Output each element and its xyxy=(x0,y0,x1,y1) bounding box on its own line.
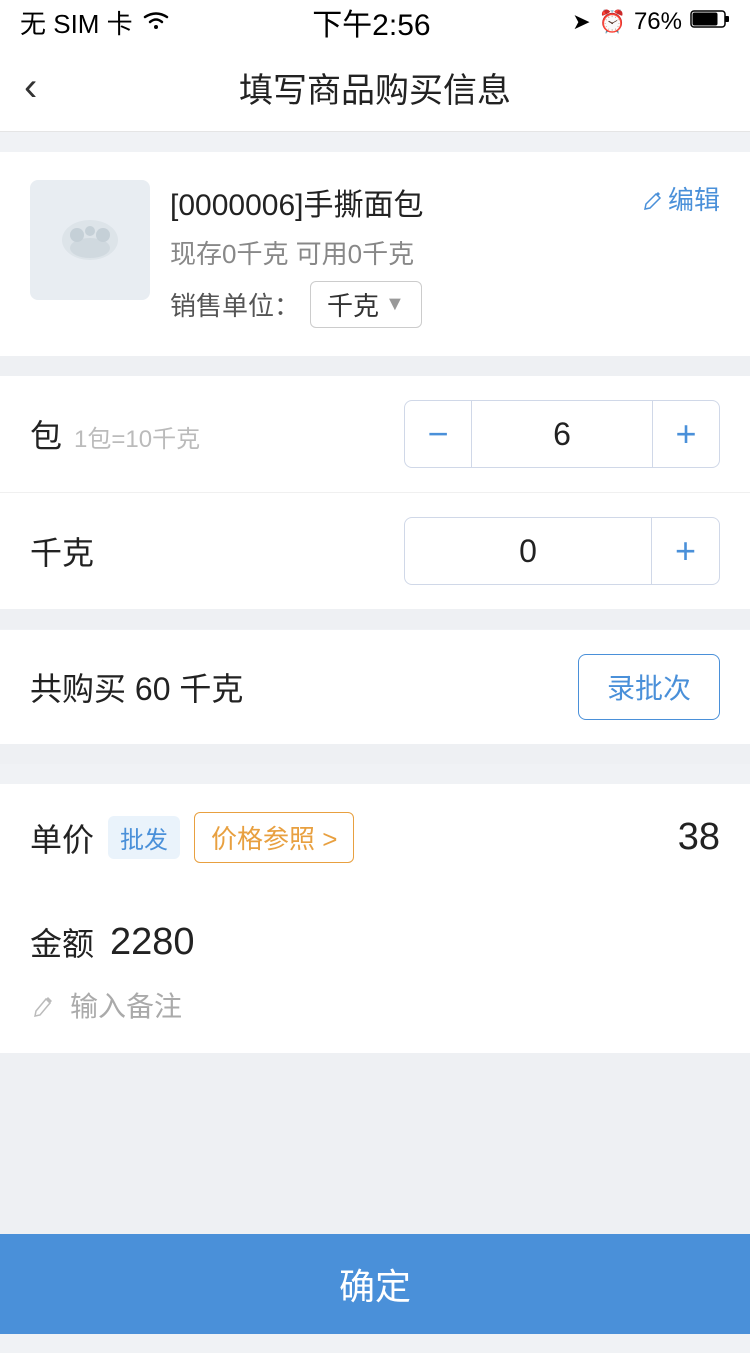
kg-plus-button[interactable]: + xyxy=(652,517,720,585)
unit-select[interactable]: 千克 ▼ xyxy=(310,281,422,328)
price-left: 单价 批发 价格参照 > xyxy=(30,812,354,863)
gray-fill-area xyxy=(0,1053,750,1253)
remark-row[interactable]: 输入备注 xyxy=(30,985,720,1025)
edit-label: 编辑 xyxy=(668,180,720,217)
status-right: ➤ ⏰ 76% xyxy=(572,8,730,36)
amount-label: 金额 xyxy=(30,919,94,965)
bao-minus-button[interactable]: − xyxy=(404,400,472,468)
kg-quantity-input[interactable] xyxy=(404,517,652,585)
remark-label: 输入备注 xyxy=(70,985,182,1025)
product-stock: 现存0千克 可用0千克 xyxy=(170,234,720,271)
alarm-icon: ⏰ xyxy=(599,9,626,35)
bao-quantity-input[interactable] xyxy=(472,400,652,468)
location-icon: ➤ xyxy=(572,9,590,35)
nav-bar: ‹ 填写商品购买信息 xyxy=(0,44,750,132)
price-label: 单价 xyxy=(30,815,94,861)
bao-hint: 1包=10千克 xyxy=(74,419,200,454)
total-row: 共购买 60 千克 录批次 xyxy=(0,630,750,744)
kg-label: 千克 xyxy=(30,528,94,574)
bao-label: 包 1包=10千克 xyxy=(30,411,200,457)
kg-quantity-row: 千克 + xyxy=(0,493,750,609)
status-bar: 无 SIM 卡 下午2:56 ➤ ⏰ 76% xyxy=(0,0,750,44)
bao-quantity-row: 包 1包=10千克 − + xyxy=(0,376,750,493)
product-card: [0000006]手撕面包 编辑 现存0千克 可用0千克 销售单位： 千克 ▼ xyxy=(0,152,750,356)
price-section: 单价 批发 价格参照 > 38 xyxy=(0,784,750,891)
product-info: [0000006]手撕面包 编辑 现存0千克 可用0千克 销售单位： 千克 ▼ xyxy=(170,180,720,328)
battery-icon xyxy=(690,8,730,36)
product-image xyxy=(30,180,150,300)
pencil-icon xyxy=(30,991,58,1019)
price-reference-button[interactable]: 价格参照 > xyxy=(194,812,354,863)
amount-value: 2280 xyxy=(110,921,195,964)
bao-plus-button[interactable]: + xyxy=(652,400,720,468)
product-unit: 销售单位： 千克 ▼ xyxy=(170,281,720,328)
product-name: [0000006]手撕面包 xyxy=(170,180,642,224)
total-label: 共购买 60 千克 xyxy=(30,664,243,710)
section-divider-2 xyxy=(0,609,750,629)
section-divider-1 xyxy=(0,356,750,376)
status-time: 下午2:56 xyxy=(312,0,430,44)
wifi-icon xyxy=(141,7,171,38)
back-button[interactable]: ‹ xyxy=(24,65,37,110)
price-value: 38 xyxy=(678,816,720,859)
status-left: 无 SIM 卡 xyxy=(20,4,171,41)
section-divider-3 xyxy=(0,744,750,764)
kg-quantity-control: + xyxy=(404,517,720,585)
amount-row: 金额 2280 xyxy=(30,919,720,965)
amount-section: 金额 2280 输入备注 xyxy=(0,891,750,1053)
confirm-button[interactable]: 确定 xyxy=(0,1234,750,1334)
carrier-label: 无 SIM 卡 xyxy=(20,4,133,41)
page-title: 填写商品购买信息 xyxy=(239,63,511,112)
battery-label: 76% xyxy=(634,8,682,36)
bao-quantity-control: − + xyxy=(404,400,720,468)
record-batch-button[interactable]: 录批次 xyxy=(578,654,720,720)
price-badge: 批发 xyxy=(108,816,180,859)
edit-button[interactable]: 编辑 xyxy=(642,180,720,217)
price-row: 单价 批发 价格参照 > 38 xyxy=(30,812,720,891)
